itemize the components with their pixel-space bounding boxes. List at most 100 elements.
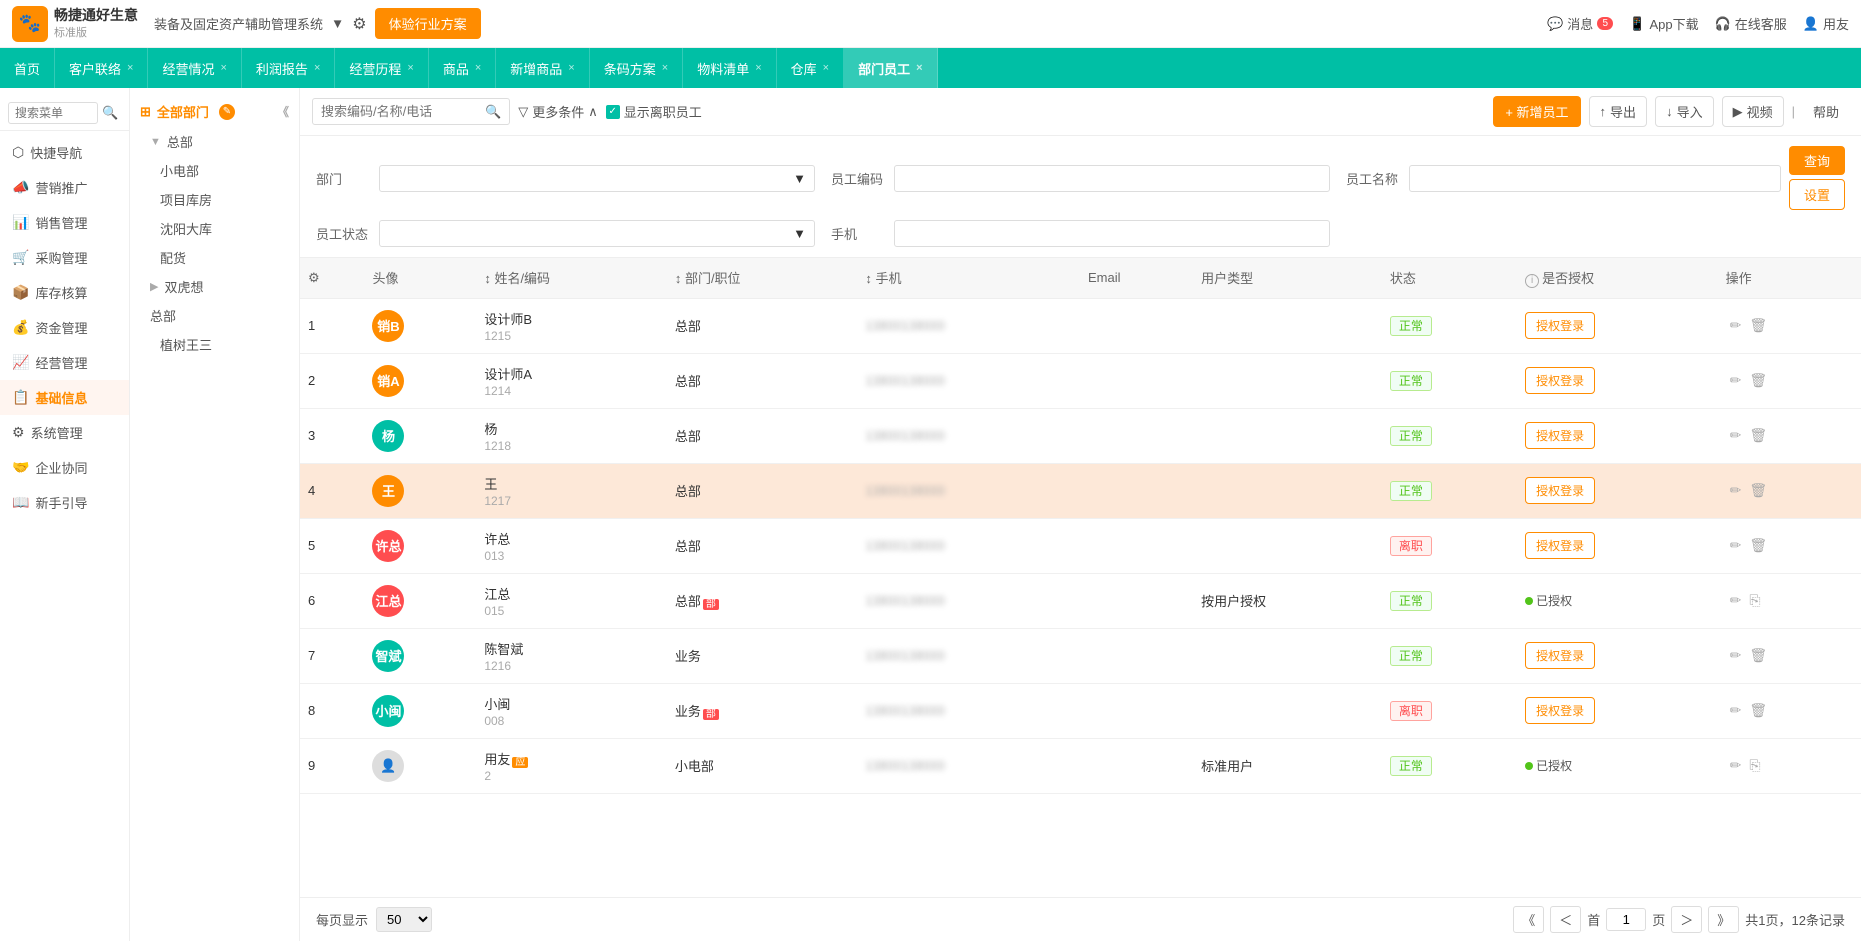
delete-btn[interactable]: 🗑 bbox=[1745, 535, 1771, 556]
edit-btn[interactable]: ✏ bbox=[1726, 315, 1746, 336]
nav-tab-profit[interactable]: 利润报告 × bbox=[242, 48, 335, 88]
trial-btn[interactable]: 体验行业方案 bbox=[375, 8, 481, 39]
dept-edit-btn[interactable]: ✎ bbox=[219, 104, 235, 120]
auth-login-btn[interactable]: 授权登录 bbox=[1525, 477, 1595, 504]
delete-btn[interactable]: 🗑 bbox=[1745, 645, 1771, 666]
import-btn[interactable]: ↓ 导入 bbox=[1655, 96, 1714, 127]
dept-node-shuanghu[interactable]: ▶ 双虎想 bbox=[130, 272, 299, 301]
online-service-btn[interactable]: 🎧 在线客服 bbox=[1715, 14, 1787, 33]
close-goods-icon[interactable]: × bbox=[475, 62, 481, 74]
th-phone[interactable]: ↕ 手机 bbox=[857, 258, 1080, 298]
prev-page-btn[interactable]: ＜ bbox=[1550, 906, 1581, 933]
copy-btn[interactable]: ⎘ bbox=[1745, 590, 1764, 611]
close-department-icon[interactable]: × bbox=[916, 62, 922, 74]
app-download-btn[interactable]: 📱 App下载 bbox=[1629, 14, 1698, 33]
phone-input[interactable] bbox=[894, 220, 1330, 247]
th-settings[interactable]: ⚙ bbox=[300, 258, 364, 298]
close-bom-icon[interactable]: × bbox=[755, 62, 761, 74]
sidebar-item-basic-info[interactable]: 📋基础信息 bbox=[0, 380, 129, 415]
more-conditions-btn[interactable]: ▽ 更多条件 ∧ bbox=[518, 102, 598, 121]
close-profit-icon[interactable]: × bbox=[314, 62, 320, 74]
edit-btn[interactable]: ✏ bbox=[1726, 700, 1746, 721]
page-size-select[interactable]: 50 10 20 100 bbox=[376, 907, 432, 932]
sidebar-item-finance[interactable]: 💰资金管理 bbox=[0, 310, 129, 345]
th-name[interactable]: ↕ 姓名/编码 bbox=[476, 258, 667, 298]
copy-btn[interactable]: ⎘ bbox=[1745, 755, 1764, 776]
nav-tab-history[interactable]: 经营历程 × bbox=[335, 48, 428, 88]
edit-btn[interactable]: ✏ bbox=[1726, 645, 1746, 666]
sidebar-item-purchase[interactable]: 🛒采购管理 bbox=[0, 240, 129, 275]
auth-login-btn[interactable]: 授权登录 bbox=[1525, 367, 1595, 394]
emp-code-input[interactable] bbox=[894, 165, 1330, 192]
message-btn[interactable]: 💬 消息 5 bbox=[1547, 14, 1613, 33]
first-page-btn[interactable]: 《 bbox=[1513, 906, 1544, 933]
nav-tab-barcode[interactable]: 条码方案 × bbox=[590, 48, 683, 88]
nav-tab-warehouse[interactable]: 仓库 × bbox=[777, 48, 844, 88]
auth-login-btn[interactable]: 授权登录 bbox=[1525, 642, 1595, 669]
delete-btn[interactable]: 🗑 bbox=[1745, 315, 1771, 336]
employee-search-input[interactable] bbox=[321, 99, 481, 124]
dept-node-xiaodian[interactable]: 小电部 bbox=[130, 156, 299, 185]
edit-btn[interactable]: ✏ bbox=[1726, 535, 1746, 556]
user-area[interactable]: 👤 用友 bbox=[1803, 14, 1849, 33]
close-barcode-icon[interactable]: × bbox=[662, 62, 668, 74]
edit-btn[interactable]: ✏ bbox=[1726, 590, 1746, 611]
sidebar-search-icon[interactable]: 🔍 bbox=[102, 105, 118, 121]
auth-login-btn[interactable]: 授权登录 bbox=[1525, 532, 1595, 559]
sidebar-search-input[interactable] bbox=[8, 102, 98, 124]
setting-btn[interactable]: 设置 bbox=[1789, 179, 1845, 210]
close-history-icon[interactable]: × bbox=[407, 62, 413, 74]
dept-collapse-icon[interactable]: 《 bbox=[277, 103, 289, 120]
help-btn[interactable]: 帮助 bbox=[1803, 97, 1849, 126]
nav-tab-department[interactable]: 部门员工 × bbox=[844, 48, 937, 88]
export-btn[interactable]: ↑ 导出 bbox=[1589, 96, 1648, 127]
sidebar-item-guide[interactable]: 📖新手引导 bbox=[0, 485, 129, 520]
dept-filter-select[interactable]: ▼ bbox=[379, 165, 815, 192]
nav-tab-home[interactable]: 首页 bbox=[0, 48, 55, 88]
sidebar-item-quick-nav[interactable]: ⬡快捷导航 bbox=[0, 135, 129, 170]
nav-tab-bom[interactable]: 物料清单 × bbox=[683, 48, 776, 88]
emp-status-select[interactable]: ▼ bbox=[379, 220, 815, 247]
system-dropdown-btn[interactable]: ▼ bbox=[331, 16, 344, 31]
all-dept-header[interactable]: ⊞ 全部部门 ✎ 《 bbox=[130, 96, 299, 127]
search-icon[interactable]: 🔍 bbox=[485, 104, 501, 120]
close-operation-icon[interactable]: × bbox=[220, 62, 226, 74]
nav-tab-goods[interactable]: 商品 × bbox=[429, 48, 496, 88]
sidebar-item-system[interactable]: ⚙系统管理 bbox=[0, 415, 129, 450]
dept-node-zhishu[interactable]: 植树王三 bbox=[130, 330, 299, 359]
sidebar-item-inventory[interactable]: 📦库存核算 bbox=[0, 275, 129, 310]
dept-node-zongbu-parent[interactable]: ▼ 总部 bbox=[130, 127, 299, 156]
nav-tab-operation[interactable]: 经营情况 × bbox=[148, 48, 241, 88]
nav-tab-new-goods[interactable]: 新增商品 × bbox=[496, 48, 589, 88]
next-page-btn[interactable]: ＞ bbox=[1671, 906, 1702, 933]
delete-btn[interactable]: 🗑 bbox=[1745, 370, 1771, 391]
emp-name-input[interactable] bbox=[1409, 165, 1781, 192]
close-customer-icon[interactable]: × bbox=[127, 62, 133, 74]
close-new-goods-icon[interactable]: × bbox=[568, 62, 574, 74]
th-dept[interactable]: ↕ 部门/职位 bbox=[667, 258, 858, 298]
sidebar-item-management[interactable]: 📈经营管理 bbox=[0, 345, 129, 380]
edit-btn[interactable]: ✏ bbox=[1726, 480, 1746, 501]
sidebar-item-marketing[interactable]: 📣营销推广 bbox=[0, 170, 129, 205]
show-resigned-checkbox[interactable]: ✓ bbox=[606, 105, 620, 119]
delete-btn[interactable]: 🗑 bbox=[1745, 425, 1771, 446]
auth-login-btn[interactable]: 授权登录 bbox=[1525, 312, 1595, 339]
dept-node-shenyang[interactable]: 沈阳大库 bbox=[130, 214, 299, 243]
dept-node-peihuo[interactable]: 配货 bbox=[130, 243, 299, 272]
add-employee-btn[interactable]: + 新增员工 bbox=[1493, 96, 1580, 127]
edit-btn[interactable]: ✏ bbox=[1726, 755, 1746, 776]
show-resigned-label[interactable]: ✓ 显示离职员工 bbox=[606, 102, 702, 121]
last-page-btn[interactable]: 》 bbox=[1708, 906, 1739, 933]
dept-node-zongbu[interactable]: 总部 bbox=[130, 301, 299, 330]
auth-login-btn[interactable]: 授权登录 bbox=[1525, 697, 1595, 724]
sidebar-item-sales[interactable]: 📊销售管理 bbox=[0, 205, 129, 240]
close-warehouse-icon[interactable]: × bbox=[823, 62, 829, 74]
auth-login-btn[interactable]: 授权登录 bbox=[1525, 422, 1595, 449]
search-btn[interactable]: 查询 bbox=[1789, 146, 1845, 175]
delete-btn[interactable]: 🗑 bbox=[1745, 480, 1771, 501]
edit-btn[interactable]: ✏ bbox=[1726, 370, 1746, 391]
gear-button[interactable]: ⚙ bbox=[352, 14, 366, 34]
view-btn[interactable]: ▶ 视频 bbox=[1722, 96, 1784, 127]
page-input[interactable] bbox=[1606, 908, 1646, 931]
sidebar-item-collab[interactable]: 🤝企业协同 bbox=[0, 450, 129, 485]
